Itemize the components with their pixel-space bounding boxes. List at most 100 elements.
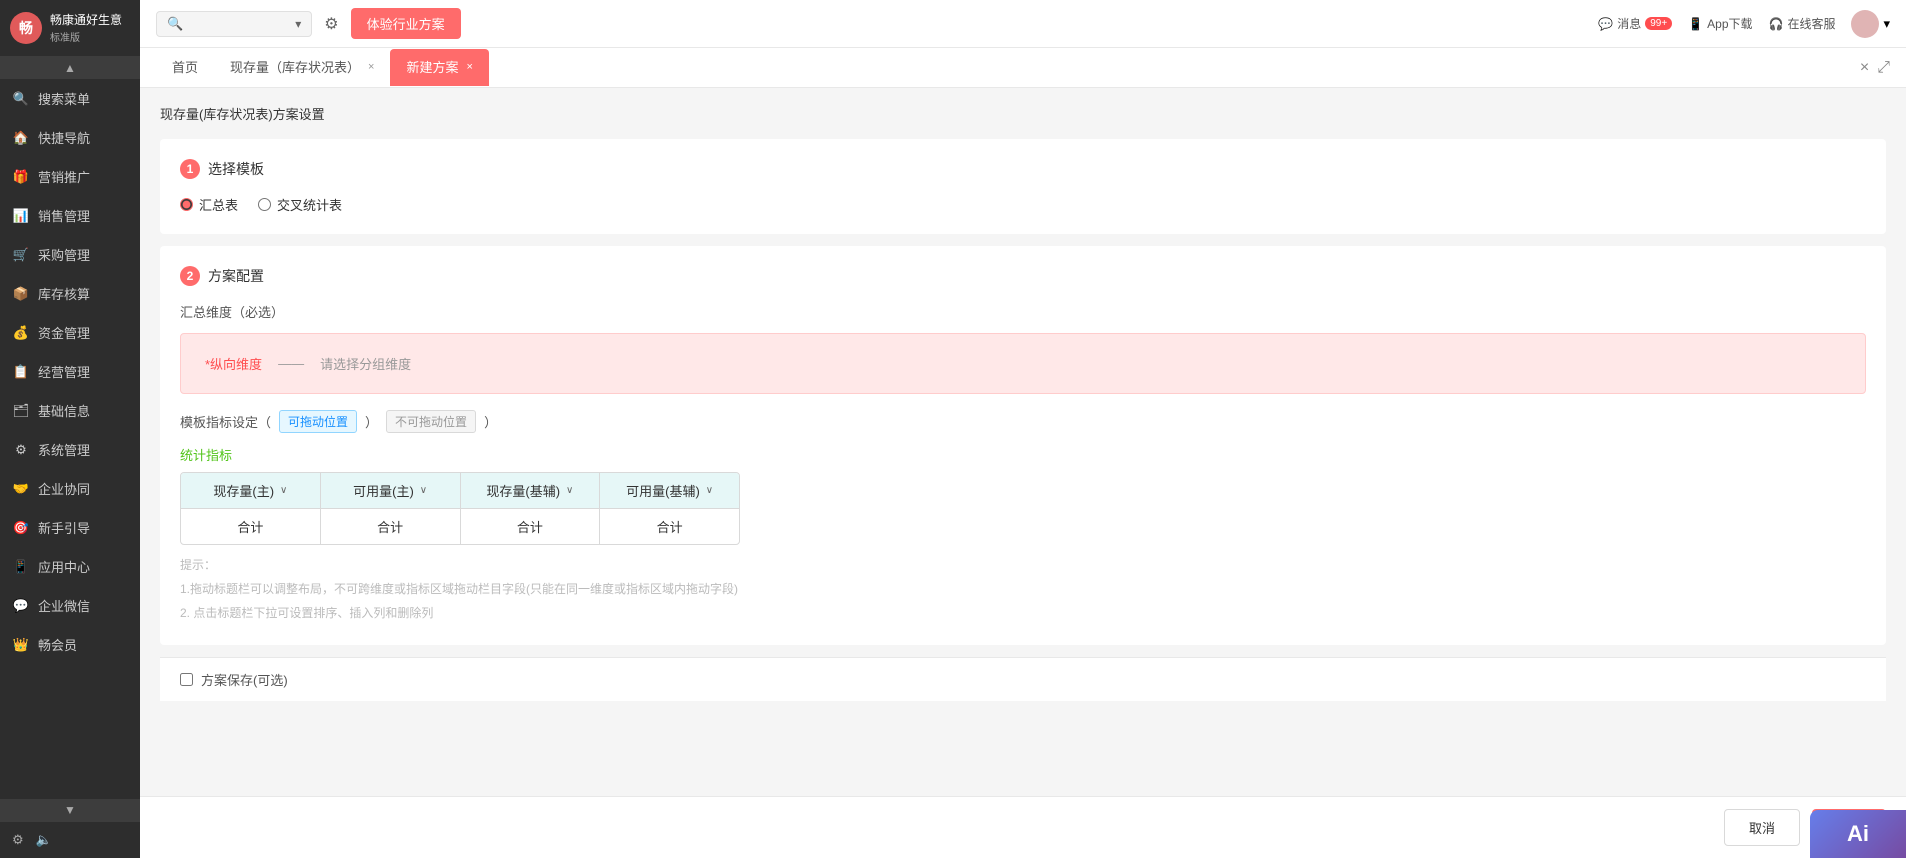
member-icon: 👑 xyxy=(12,636,30,654)
tips-title: 提示： xyxy=(180,558,216,572)
cancel-button[interactable]: 取消 xyxy=(1724,809,1800,846)
sidebar-item-label: 企业微信 xyxy=(38,596,90,615)
sidebar-item-enterprise[interactable]: 🤝 企业协同 xyxy=(0,469,140,508)
sidebar-item-basic-info[interactable]: 🗂 基础信息 xyxy=(0,391,140,430)
radio-cross-input[interactable] xyxy=(258,198,271,211)
sidebar-item-newbie[interactable]: 🎯 新手引导 xyxy=(0,508,140,547)
template-radio-group: 汇总表 交叉统计表 xyxy=(180,195,1866,214)
msg-badge: 99+ xyxy=(1645,17,1672,30)
col-header-2[interactable]: 现存量(基辅) ∨ xyxy=(461,473,601,508)
save-scheme-checkbox[interactable] xyxy=(180,673,193,686)
cell-label-2: 合计 xyxy=(517,517,543,536)
tip-item2: 2. 点击标题栏下拉可设置排序、插入列和删除列 xyxy=(180,606,433,620)
cell-0: 合计 xyxy=(181,509,321,544)
service-btn[interactable]: 🎧 在线客服 xyxy=(1769,15,1836,32)
radio-summary-input[interactable] xyxy=(180,198,193,211)
dim-placeholder[interactable]: 请选择分组维度 xyxy=(320,354,411,373)
required-star: *纵向维度 xyxy=(205,354,262,373)
ai-badge[interactable]: Ai xyxy=(1810,810,1906,858)
sidebar-item-quick-nav[interactable]: 🏠 快捷导航 xyxy=(0,118,140,157)
sound-icon[interactable]: 🔈 xyxy=(36,832,52,848)
col-header-1[interactable]: 可用量(主) ∨ xyxy=(321,473,461,508)
sidebar-item-label: 畅会员 xyxy=(38,635,77,654)
app-download-btn[interactable]: 📱 App下载 xyxy=(1688,15,1752,32)
tab-maximize-btn[interactable]: ⤢ xyxy=(1877,59,1890,77)
topbar-search[interactable]: 🔍 ▾ xyxy=(156,11,312,37)
msg-label: 消息 xyxy=(1617,15,1641,32)
topbar-gear-icon[interactable]: ⚙ xyxy=(324,14,338,34)
tips-section: 提示： 1.拖动标题栏可以调整布局，不可跨维度或指标区域拖动栏目字段(只能在同一… xyxy=(180,553,1866,625)
tab-close-btn[interactable]: × xyxy=(1860,59,1869,77)
radio-cross[interactable]: 交叉统计表 xyxy=(258,195,342,214)
trial-btn[interactable]: 体验行业方案 xyxy=(351,8,461,39)
cell-label-0: 合计 xyxy=(237,517,263,536)
topbar: 🔍 ▾ ⚙ 体验行业方案 💬 消息 99+ 📱 App下载 🎧 在线客服 ▾ xyxy=(140,0,1906,48)
tab-new-plan[interactable]: 新建方案 × xyxy=(390,49,488,86)
step2-header: 2 方案配置 xyxy=(180,266,1866,286)
sidebar-scroll-down[interactable]: ▼ xyxy=(0,799,140,821)
sidebar-item-label: 营销推广 xyxy=(38,167,90,186)
sidebar-item-label: 系统管理 xyxy=(38,440,90,459)
bottom-bar: 取消 查询 xyxy=(140,796,1906,858)
cell-label-1: 合计 xyxy=(377,517,403,536)
tabs-right-controls: × ⤢ xyxy=(1860,59,1890,77)
tab-inventory-status[interactable]: 现存量（库存状况表） × xyxy=(214,49,390,86)
search-dropdown-icon[interactable]: ▾ xyxy=(295,17,301,31)
sidebar-scroll-up[interactable]: ▲ xyxy=(0,57,140,79)
tab-inventory-status-label: 现存量（库存状况表） xyxy=(230,57,360,76)
col-header-3[interactable]: 可用量(基辅) ∨ xyxy=(600,473,739,508)
sales-icon: 📊 xyxy=(12,207,30,225)
step1-section: 1 选择模板 汇总表 交叉统计表 xyxy=(160,139,1886,234)
sidebar-item-finance[interactable]: 💰 资金管理 xyxy=(0,313,140,352)
sidebar-item-operations[interactable]: 📋 经营管理 xyxy=(0,352,140,391)
radio-summary[interactable]: 汇总表 xyxy=(180,195,238,214)
sidebar-item-inventory[interactable]: 📦 库存核算 xyxy=(0,274,140,313)
stats-table-row: 合计 合计 合计 合计 xyxy=(181,508,739,544)
sidebar-item-label: 库存核算 xyxy=(38,284,90,303)
user-avatar[interactable]: ▾ xyxy=(1851,10,1890,38)
radio-cross-label: 交叉统计表 xyxy=(277,195,342,214)
dim-dash: —— xyxy=(278,356,304,371)
step2-title: 方案配置 xyxy=(208,266,264,286)
tab-home[interactable]: 首页 xyxy=(156,49,214,86)
col-label-0: 现存量(主) xyxy=(213,481,274,500)
sidebar: 畅 畅康通好生意 标准版 ▲ 🔍 搜索菜单 🏠 快捷导航 🎁 营销推广 📊 销售… xyxy=(0,0,140,858)
logo-icon: 畅 xyxy=(10,12,42,44)
msg-icon: 💬 xyxy=(1598,17,1613,31)
radio-summary-label: 汇总表 xyxy=(199,195,238,214)
sidebar-item-system[interactable]: ⚙ 系统管理 xyxy=(0,430,140,469)
sidebar-item-label: 应用中心 xyxy=(38,557,90,576)
search-input[interactable] xyxy=(189,17,289,31)
col-chevron-2: ∨ xyxy=(566,485,573,496)
settings-icon[interactable]: ⚙ xyxy=(12,832,24,848)
msg-btn[interactable]: 💬 消息 99+ xyxy=(1598,15,1672,32)
enterprise-wechat-icon: 💬 xyxy=(12,597,30,615)
sidebar-item-search-menu[interactable]: 🔍 搜索菜单 xyxy=(0,79,140,118)
main-area: 🔍 ▾ ⚙ 体验行业方案 💬 消息 99+ 📱 App下载 🎧 在线客服 ▾ xyxy=(140,0,1906,858)
newbie-icon: 🎯 xyxy=(12,519,30,537)
purchase-icon: 🛒 xyxy=(12,246,30,264)
inventory-icon: 📦 xyxy=(12,285,30,303)
sidebar-item-enterprise-wechat[interactable]: 💬 企业微信 xyxy=(0,586,140,625)
movable-tag: 可拖动位置 xyxy=(279,410,357,433)
step1-num: 1 xyxy=(180,159,200,179)
summary-dimension-label: 汇总维度（必选） xyxy=(180,302,1866,321)
tab-inventory-status-close[interactable]: × xyxy=(368,61,374,73)
cell-label-3: 合计 xyxy=(657,517,683,536)
sidebar-item-app-center[interactable]: 📱 应用中心 xyxy=(0,547,140,586)
enterprise-icon: 🤝 xyxy=(12,480,30,498)
col-header-0[interactable]: 现存量(主) ∨ xyxy=(181,473,321,508)
sidebar-item-label: 销售管理 xyxy=(38,206,90,225)
sidebar-item-marketing[interactable]: 🎁 营销推广 xyxy=(0,157,140,196)
step2-section: 2 方案配置 汇总维度（必选） *纵向维度 —— 请选择分组维度 模板指标设定（… xyxy=(160,246,1886,645)
tab-bar: 首页 现存量（库存状况表） × 新建方案 × × ⤢ xyxy=(140,48,1906,88)
col-label-3: 可用量(基辅) xyxy=(626,481,700,500)
template-setting-suffix: ） xyxy=(365,412,378,431)
stats-title: 统计指标 xyxy=(180,445,1866,464)
sidebar-item-sales[interactable]: 📊 销售管理 xyxy=(0,196,140,235)
sidebar-item-purchase[interactable]: 🛒 采购管理 xyxy=(0,235,140,274)
tab-new-plan-close[interactable]: × xyxy=(466,61,472,73)
cell-3: 合计 xyxy=(600,509,739,544)
sidebar-item-member[interactable]: 👑 畅会员 xyxy=(0,625,140,664)
tab-new-plan-label: 新建方案 xyxy=(406,57,458,76)
